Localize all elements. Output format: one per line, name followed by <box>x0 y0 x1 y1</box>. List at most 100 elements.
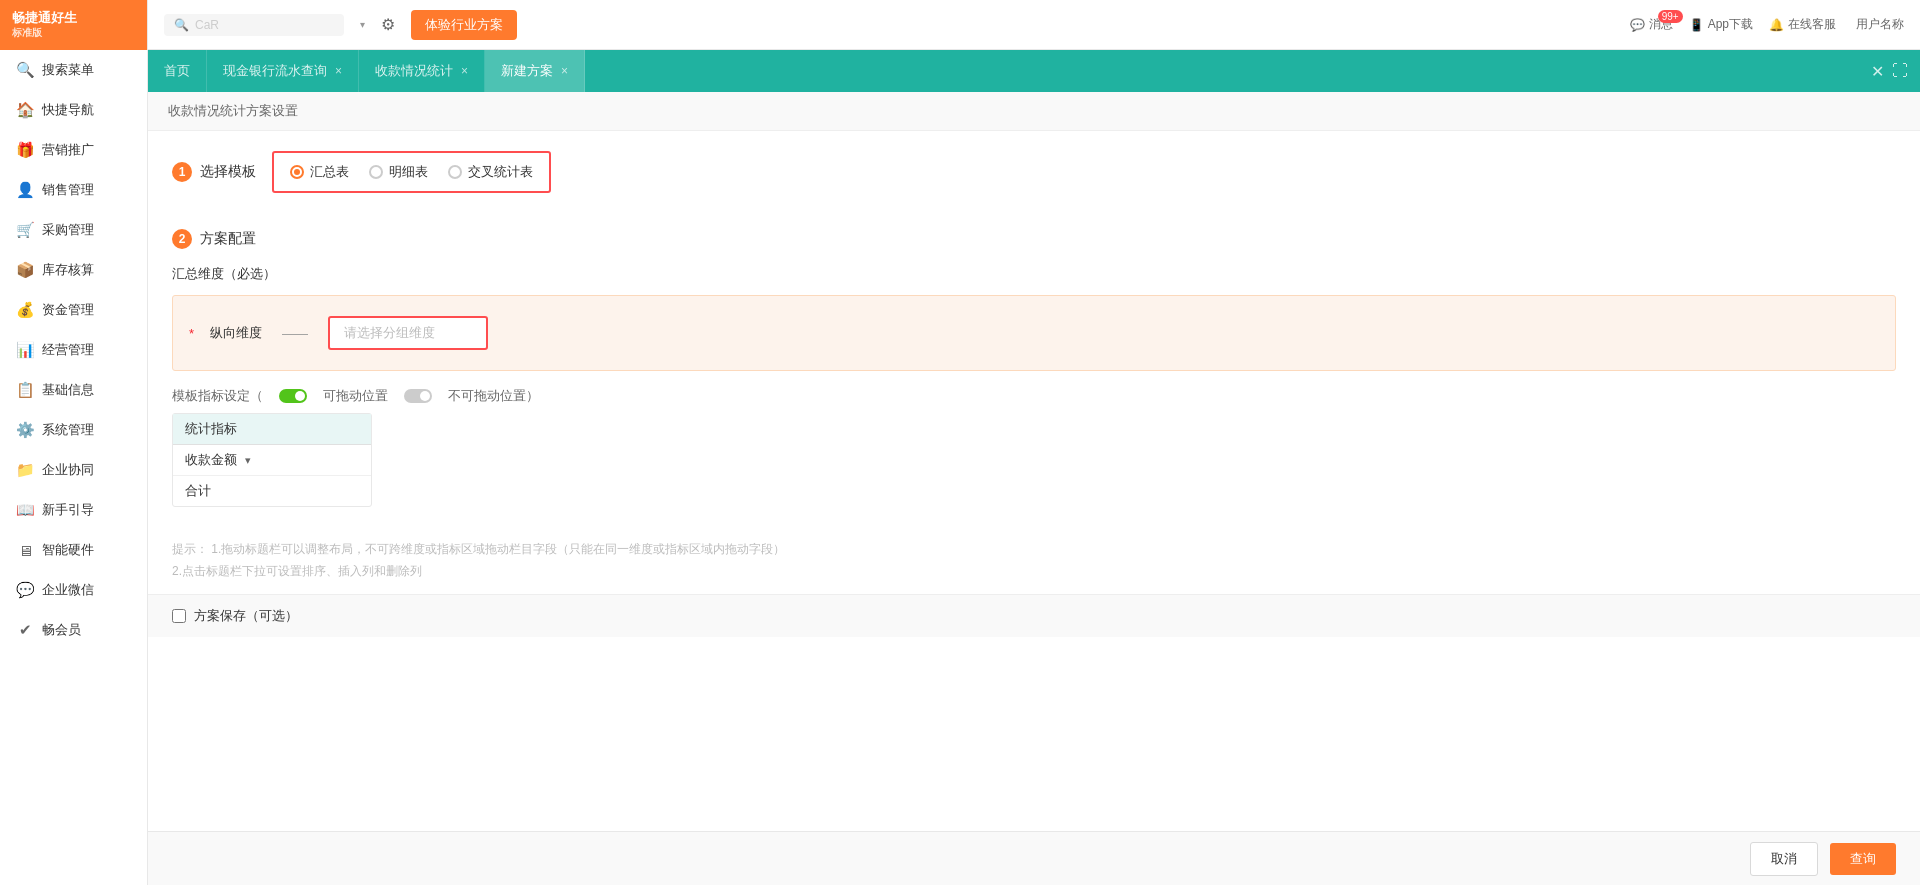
sidebar-item-member[interactable]: ✔ 畅会员 <box>0 610 147 650</box>
required-mark: * <box>189 326 194 341</box>
radio-detail[interactable]: 明细表 <box>369 163 428 181</box>
dimension-select[interactable]: 请选择分组维度 <box>328 316 488 350</box>
tab-new-plan[interactable]: 新建方案 × <box>485 50 585 92</box>
notification-badge: 99+ <box>1658 10 1683 23</box>
sidebar-item-marketing[interactable]: 🎁 营销推广 <box>0 130 147 170</box>
sidebar-item-inventory[interactable]: 📦 库存核算 <box>0 250 147 290</box>
sidebar-item-label: 经营管理 <box>42 341 94 359</box>
radio-summary-label: 汇总表 <box>310 163 349 181</box>
tab-cash-flow[interactable]: 现金银行流水查询 × <box>207 50 359 92</box>
dropdown-arrow-icon[interactable]: ▾ <box>360 19 365 30</box>
sidebar-item-label: 库存核算 <box>42 261 94 279</box>
drag-label: 可拖动位置 <box>323 387 388 405</box>
app-label: App下载 <box>1708 16 1753 33</box>
drag-toggle[interactable] <box>279 389 307 403</box>
tab-bar: 首页 现金银行流水查询 × 收款情况统计 × 新建方案 × ✕ ⛶ <box>148 50 1920 92</box>
dimension-row: * 纵向维度 —— 请选择分组维度 <box>189 316 1879 350</box>
tab-home[interactable]: 首页 <box>148 50 207 92</box>
tab-close-collection-stat[interactable]: × <box>461 64 468 78</box>
sidebar-item-newbie[interactable]: 📖 新手引导 <box>0 490 147 530</box>
online-service-button[interactable]: 🔔 在线客服 <box>1769 16 1836 33</box>
check-icon: ✔ <box>16 621 34 639</box>
tab-close-icon[interactable]: ✕ <box>1871 62 1884 81</box>
top-header: 🔍 CaR ▾ ⚙ 体验行业方案 💬 消息 99+ 📱 App下载 🔔 在线客服… <box>148 0 1920 50</box>
gear-icon: ⚙️ <box>16 421 34 439</box>
section1-header: 1 选择模板 汇总表 明细表 交叉统计 <box>172 151 1896 193</box>
sidebar-item-search-menu[interactable]: 🔍 搜索菜单 <box>0 50 147 90</box>
tab-close-new-plan[interactable]: × <box>561 64 568 78</box>
dimension-area: * 纵向维度 —— 请选择分组维度 <box>172 295 1896 371</box>
settings-icon[interactable]: ⚙ <box>381 15 395 34</box>
cart-icon: 🛒 <box>16 221 34 239</box>
dimension-title-text: 汇总维度（必选） <box>172 266 276 281</box>
radio-cross-circle <box>448 165 462 179</box>
dimension-name-label: 纵向维度 <box>210 324 262 342</box>
home-icon: 🏠 <box>16 101 34 119</box>
sidebar-item-label: 搜索菜单 <box>42 61 94 79</box>
main-area: 🔍 CaR ▾ ⚙ 体验行业方案 💬 消息 99+ 📱 App下载 🔔 在线客服… <box>148 0 1920 885</box>
save-checkbox[interactable] <box>172 609 186 623</box>
save-section: 方案保存（可选） <box>148 594 1920 637</box>
radio-summary[interactable]: 汇总表 <box>290 163 349 181</box>
radio-group-template: 汇总表 明细表 交叉统计表 <box>290 163 533 181</box>
metrics-header-label: 统计指标 <box>185 421 237 436</box>
tab-new-plan-label: 新建方案 <box>501 62 553 80</box>
industry-button[interactable]: 体验行业方案 <box>411 10 517 40</box>
radio-cross[interactable]: 交叉统计表 <box>448 163 533 181</box>
page-title: 收款情况统计方案设置 <box>168 103 298 118</box>
sidebar-item-purchase[interactable]: 🛒 采购管理 <box>0 210 147 250</box>
tab-collection-stat-label: 收款情况统计 <box>375 62 453 80</box>
sidebar-item-operations[interactable]: 📊 经营管理 <box>0 330 147 370</box>
sidebar-item-quick-nav[interactable]: 🏠 快捷导航 <box>0 90 147 130</box>
sidebar-item-sales[interactable]: 👤 销售管理 <box>0 170 147 210</box>
radio-cross-label: 交叉统计表 <box>468 163 533 181</box>
logo-sub-text: 标准版 <box>12 26 77 40</box>
dimension-area-title: 汇总维度（必选） <box>172 265 1896 283</box>
cancel-button[interactable]: 取消 <box>1750 842 1818 876</box>
sidebar-item-wechat[interactable]: 💬 企业微信 <box>0 570 147 610</box>
notification-button[interactable]: 💬 消息 99+ <box>1630 16 1673 33</box>
sidebar-item-label: 快捷导航 <box>42 101 94 119</box>
sidebar-item-system[interactable]: ⚙️ 系统管理 <box>0 410 147 450</box>
radio-summary-circle <box>290 165 304 179</box>
sidebar-item-finance[interactable]: 💰 资金管理 <box>0 290 147 330</box>
chart-icon: 📊 <box>16 341 34 359</box>
sidebar-item-enterprise-collab[interactable]: 📁 企业协同 <box>0 450 147 490</box>
footer-bar: 取消 查询 <box>148 831 1920 885</box>
sidebar-item-label: 新手引导 <box>42 501 94 519</box>
metrics-subtotal: 合计 <box>173 475 371 506</box>
header-actions: 💬 消息 99+ 📱 App下载 🔔 在线客服 用户名称 <box>1630 16 1904 33</box>
monitor-icon: 🖥 <box>16 542 34 559</box>
tab-close-cash-flow[interactable]: × <box>335 64 342 78</box>
sidebar-item-label: 畅会员 <box>42 621 81 639</box>
dimension-arrow-icon: —— <box>282 326 308 341</box>
drag-toggle-indicator <box>279 389 307 403</box>
app-download-button[interactable]: 📱 App下载 <box>1689 16 1753 33</box>
chat-icon: 💬 <box>16 581 34 599</box>
sidebar-item-smart-hw[interactable]: 🖥 智能硬件 <box>0 530 147 570</box>
metrics-row-amount[interactable]: 收款金额 ▾ <box>173 445 371 475</box>
tab-expand-icon[interactable]: ⛶ <box>1892 62 1908 80</box>
section1-num: 1 <box>172 162 192 182</box>
metrics-dropdown-icon[interactable]: ▾ <box>245 454 251 467</box>
dimension-placeholder: 请选择分组维度 <box>344 325 435 340</box>
sidebar-item-label: 企业微信 <box>42 581 94 599</box>
metrics-subtotal-label: 合计 <box>185 483 211 498</box>
nodrag-label: 不可拖动位置） <box>448 387 539 405</box>
tab-collection-stat[interactable]: 收款情况统计 × <box>359 50 485 92</box>
user-info[interactable]: 用户名称 <box>1852 16 1904 33</box>
sidebar-item-label: 资金管理 <box>42 301 94 319</box>
query-button[interactable]: 查询 <box>1830 843 1896 875</box>
sidebar-item-label: 智能硬件 <box>42 541 94 559</box>
section2-config: 2 方案配置 汇总维度（必选） * 纵向维度 —— 请选择分组维度 <box>148 229 1920 527</box>
gift-icon: 🎁 <box>16 141 34 159</box>
sidebar-item-label: 营销推广 <box>42 141 94 159</box>
nodrag-toggle[interactable] <box>404 389 432 403</box>
search-bar[interactable]: 🔍 CaR <box>164 14 344 36</box>
user-name: 用户名称 <box>1856 16 1904 33</box>
service-icon: 🔔 <box>1769 18 1784 32</box>
search-icon: 🔍 <box>174 18 189 32</box>
sidebar-item-basic-info[interactable]: 📋 基础信息 <box>0 370 147 410</box>
message-icon: 💬 <box>1630 18 1645 32</box>
metrics-config-title: 模板指标设定（ <box>172 387 263 405</box>
